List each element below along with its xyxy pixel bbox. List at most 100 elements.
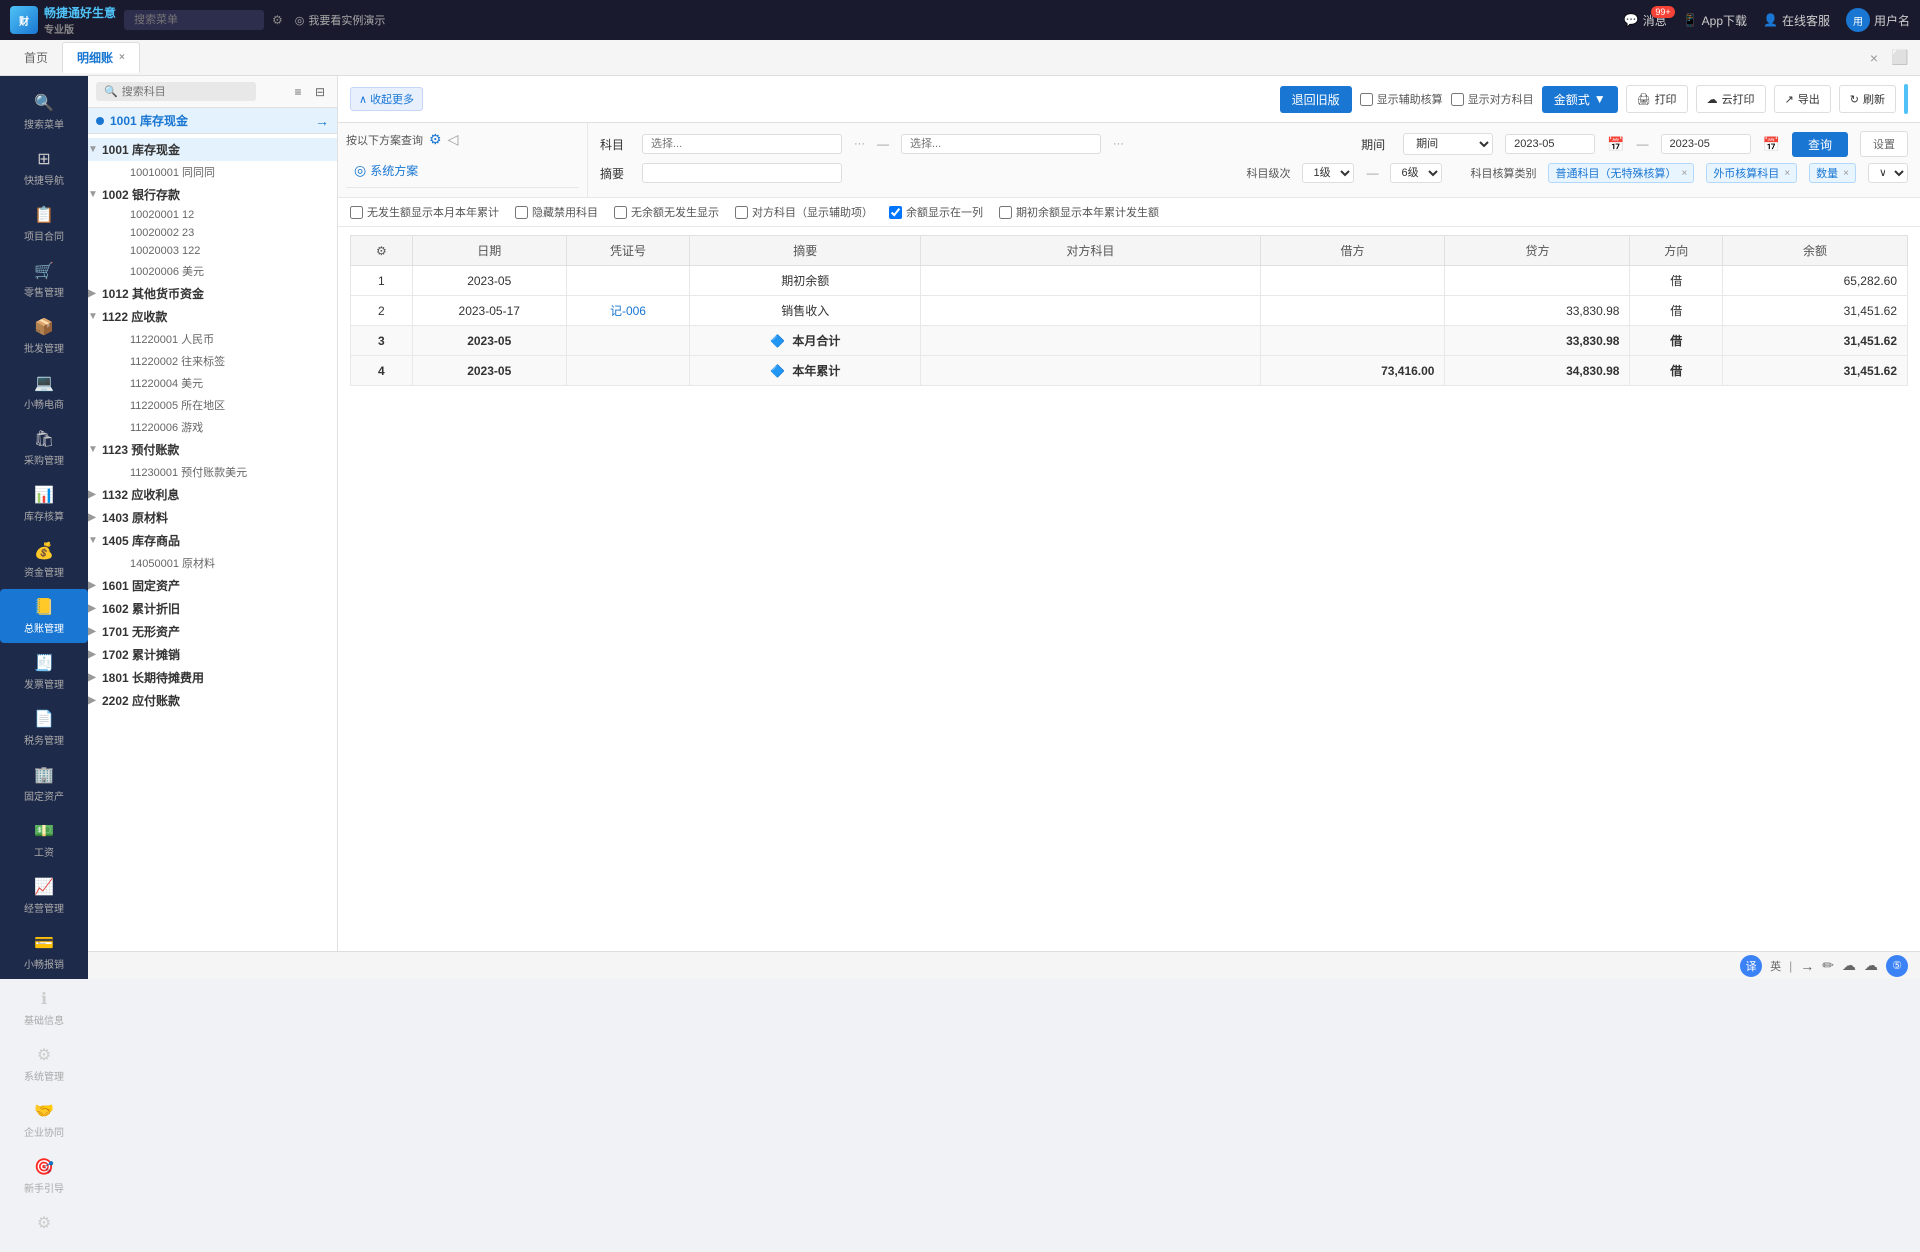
option-initial-balance[interactable]: 期初余额显示本年累计发生额 xyxy=(999,204,1159,220)
sidebar-item-sales[interactable]: 💳 小畅报销 xyxy=(0,925,88,979)
summary-input[interactable] xyxy=(642,163,842,183)
sidebar-item-invoice[interactable]: 🧾 发票管理 xyxy=(0,645,88,699)
tree-list-icon[interactable]: ≡ xyxy=(289,83,307,101)
period-end-input[interactable] xyxy=(1661,134,1751,154)
hide-disabled-checkbox[interactable] xyxy=(515,206,528,219)
option-no-balance[interactable]: 无余额无发生显示 xyxy=(614,204,719,220)
back-old-btn[interactable]: 退回旧版 xyxy=(1280,86,1352,113)
tree-nav-icon[interactable]: → xyxy=(315,113,329,129)
tree-item-14050001[interactable]: 14050001 原材料 xyxy=(88,552,337,574)
tag-foreign-close[interactable]: × xyxy=(1784,168,1790,179)
message-button[interactable]: 💬 消息 99+ xyxy=(1624,12,1667,29)
option-no-occurrence[interactable]: 无发生额显示本月本年累计 xyxy=(350,204,499,220)
right-panel-toggle[interactable] xyxy=(1904,84,1908,114)
sidebar-item-ops[interactable]: 📈 经营管理 xyxy=(0,869,88,923)
sidebar-item-general[interactable]: 📒 总账管理 xyxy=(0,589,88,643)
no-occurrence-checkbox[interactable] xyxy=(350,206,363,219)
show-aux-checkbox[interactable] xyxy=(1360,93,1373,106)
status-cloud-2-icon[interactable]: ☁ xyxy=(1864,957,1878,974)
initial-balance-checkbox[interactable] xyxy=(999,206,1012,219)
option-opposite-show[interactable]: 对方科目（显示辅助项） xyxy=(735,204,873,220)
tree-item-1123[interactable]: ▼ 1123 预付账款 xyxy=(88,438,337,461)
tab-ledger[interactable]: 明细账 × xyxy=(62,42,140,73)
cloud-print-btn[interactable]: ☁ 云打印 xyxy=(1696,85,1766,113)
sidebar-item-basic[interactable]: ℹ 基础信息 xyxy=(0,981,88,1035)
tree-item-11220002[interactable]: 11220002 往来标签 xyxy=(88,350,337,372)
tree-item-2202[interactable]: ▶ 2202 应付账款 xyxy=(88,689,337,712)
subject-end-input[interactable] xyxy=(901,134,1101,154)
no-balance-checkbox[interactable] xyxy=(614,206,627,219)
tree-item-10020001[interactable]: 10020001 12 xyxy=(88,206,337,224)
sidebar-item-tax[interactable]: 📄 税务管理 xyxy=(0,701,88,755)
tree-item-10020006[interactable]: 10020006 美元 xyxy=(88,260,337,282)
option-balance-one-col[interactable]: 余额显示在一列 xyxy=(889,204,983,220)
tree-item-10010001[interactable]: 10010001 同同同 xyxy=(88,161,337,183)
panel-close-btn[interactable]: × xyxy=(1864,48,1884,68)
format-btn[interactable]: 金额式 ▼ xyxy=(1542,86,1618,113)
status-translate-btn[interactable]: 译 xyxy=(1740,955,1762,977)
sidebar-item-retail[interactable]: 🛒 零售管理 xyxy=(0,253,88,307)
sidebar-item-finance[interactable]: 💰 资金管理 xyxy=(0,533,88,587)
level-start-select[interactable]: 1级 xyxy=(1302,163,1354,183)
tree-item-1403[interactable]: ▶ 1403 原材料 xyxy=(88,506,337,529)
sidebar-item-quicknav[interactable]: ⊞ 快捷导航 xyxy=(0,141,88,195)
period-start-calendar-icon[interactable]: 📅 xyxy=(1607,136,1624,153)
sidebar-item-assets[interactable]: 🏢 固定资产 xyxy=(0,757,88,811)
sidebar-item-ecommerce[interactable]: 💻 小畅电商 xyxy=(0,365,88,419)
top-search-input[interactable] xyxy=(124,10,264,30)
tree-item-11220001[interactable]: 11220001 人民币 xyxy=(88,328,337,350)
user-button[interactable]: 用 用户名 xyxy=(1846,8,1910,32)
query-scheme-collapse-icon[interactable]: ◁ xyxy=(448,131,459,148)
opposite-show-checkbox[interactable] xyxy=(735,206,748,219)
level-end-select[interactable]: 6级 xyxy=(1390,163,1442,183)
sidebar-item-cooperation[interactable]: 🤝 企业协同 xyxy=(0,1093,88,1147)
tree-search-input[interactable] xyxy=(122,86,242,98)
status-cloud-1-icon[interactable]: ☁ xyxy=(1842,957,1856,974)
system-scheme-btn[interactable]: ◎ 系统方案 xyxy=(346,160,579,181)
sidebar-item-salary[interactable]: 💵 工资 xyxy=(0,813,88,867)
gear-icon[interactable]: ⚙ xyxy=(272,13,283,27)
tree-item-1122[interactable]: ▼ 1122 应收款 xyxy=(88,305,337,328)
panel-maximize-btn[interactable]: ⬜ xyxy=(1890,48,1910,68)
tree-item-1405[interactable]: ▼ 1405 库存商品 xyxy=(88,529,337,552)
tree-item-1701[interactable]: ▶ 1701 无形资产 xyxy=(88,620,337,643)
status-number-btn[interactable]: ⑤ xyxy=(1886,955,1908,977)
tab-close-icon[interactable]: × xyxy=(119,52,125,63)
sidebar-item-system[interactable]: ⚙ 系统管理 xyxy=(0,1037,88,1091)
show-opposite-checkbox[interactable] xyxy=(1451,93,1464,106)
refresh-btn[interactable]: ↻ 刷新 xyxy=(1839,85,1896,113)
balance-one-col-checkbox[interactable] xyxy=(889,206,902,219)
query-btn[interactable]: 查询 xyxy=(1792,132,1848,157)
quantity-select[interactable]: ∨ xyxy=(1868,163,1908,183)
sidebar-item-contract[interactable]: 📋 项目合同 xyxy=(0,197,88,251)
sidebar-item-search[interactable]: 🔍 搜索菜单 xyxy=(0,85,88,139)
subject-input[interactable] xyxy=(642,134,842,154)
tree-item-10020003[interactable]: 10020003 122 xyxy=(88,242,337,260)
sidebar-item-purchase[interactable]: 🛍 采购管理 xyxy=(0,421,88,475)
settings-btn[interactable]: 设置 xyxy=(1860,131,1908,157)
demo-link[interactable]: ◎ 我要看实例演示 xyxy=(295,12,386,28)
print-btn[interactable]: 🖨 打印 xyxy=(1626,85,1688,113)
period-end-calendar-icon[interactable]: 📅 xyxy=(1763,136,1780,153)
sidebar-settings-btn[interactable]: ⚙ xyxy=(33,1205,55,1241)
option-hide-disabled[interactable]: 隐藏禁用科目 xyxy=(515,204,598,220)
tree-item-1001[interactable]: ▼ 1001 库存现金 xyxy=(88,138,337,161)
tree-item-11230001[interactable]: 11230001 预付账款美元 xyxy=(88,461,337,483)
query-scheme-settings-icon[interactable]: ⚙ xyxy=(429,131,442,148)
export-btn[interactable]: ↗ 导出 xyxy=(1774,85,1831,113)
tab-home[interactable]: 首页 xyxy=(10,43,62,72)
tree-item-11220005[interactable]: 11220005 所在地区 xyxy=(88,394,337,416)
tree-item-1002[interactable]: ▼ 1002 银行存款 xyxy=(88,183,337,206)
status-lang-btn[interactable]: 英 xyxy=(1770,958,1781,974)
row-voucher-2[interactable]: 记-006 xyxy=(566,296,689,326)
tree-item-1012[interactable]: ▶ 1012 其他货币资金 xyxy=(88,282,337,305)
online-service-button[interactable]: 👤 在线客服 xyxy=(1763,12,1830,29)
tree-item-11220006[interactable]: 11220006 游戏 xyxy=(88,416,337,438)
tree-item-1601[interactable]: ▶ 1601 固定资产 xyxy=(88,574,337,597)
tree-collapse-icon[interactable]: ⊟ xyxy=(311,83,329,101)
sidebar-item-wholesale[interactable]: 📦 批发管理 xyxy=(0,309,88,363)
show-opposite-check[interactable]: 显示对方科目 xyxy=(1451,91,1534,107)
expand-more-btn[interactable]: ∧ 收起更多 xyxy=(350,87,423,111)
tree-item-10020002[interactable]: 10020002 23 xyxy=(88,224,337,242)
tree-item-1132[interactable]: ▶ 1132 应收利息 xyxy=(88,483,337,506)
